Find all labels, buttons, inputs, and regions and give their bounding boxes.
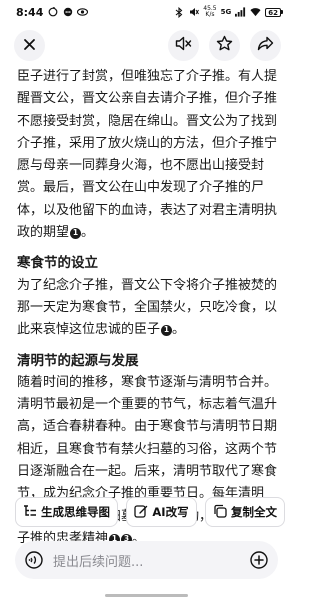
eye-icon — [77, 7, 89, 18]
hanshi-period: 。 — [172, 322, 186, 338]
battery-icon: 62 — [265, 7, 283, 17]
message-icon — [62, 7, 73, 18]
star-icon — [216, 35, 233, 56]
net-speed-unit: K/s — [205, 11, 215, 18]
bluetooth-icon — [173, 6, 184, 18]
edit-icon — [134, 504, 148, 521]
top-bar — [0, 30, 293, 62]
mindmap-button[interactable]: 生成思维导图 — [15, 497, 118, 527]
section-heading-qingming: 清明节的起源与发展 — [17, 352, 139, 369]
action-bar: 生成思维导图 AI改写 复制全文 — [15, 497, 285, 527]
ai-rewrite-button[interactable]: AI改写 — [126, 497, 197, 527]
sync-icon — [47, 7, 58, 18]
close-icon — [23, 36, 36, 55]
close-button[interactable] — [14, 30, 45, 61]
signal-icon — [235, 7, 246, 18]
net-speed: 45.5 K/s — [203, 6, 216, 18]
wifi-icon — [250, 7, 261, 18]
section-heading-hanshi: 寒食节的设立 — [17, 255, 98, 272]
ai-rewrite-label: AI改写 — [152, 505, 189, 519]
mute-status-icon — [188, 7, 199, 18]
follow-up-input-bar: 提出后续问题... — [15, 541, 278, 579]
share-icon — [257, 36, 274, 55]
citation-badge[interactable]: 1 — [161, 324, 173, 336]
copy-all-button[interactable]: 复制全文 — [205, 497, 285, 527]
citation-badge[interactable]: 1 — [70, 227, 82, 239]
article-paragraph-intro: 臣子进行了封赏，但唯独忘了介子推。有人提醒晋文公，晋文公亲自去请介子推，但介子推… — [17, 66, 279, 244]
home-indicator — [105, 594, 188, 597]
mindmap-icon — [23, 504, 37, 520]
copy-all-label: 复制全文 — [231, 505, 277, 519]
intro-text: 臣子进行了封赏，但唯独忘了介子推。有人提醒晋文公，晋文公亲自去请介子推，但介子推… — [17, 69, 278, 241]
battery-level: 62 — [265, 7, 281, 17]
mindmap-label: 生成思维导图 — [41, 505, 110, 519]
voice-icon[interactable] — [25, 551, 43, 569]
speaker-muted-icon — [175, 36, 192, 55]
status-time: 8:44 — [16, 5, 44, 19]
mute-button[interactable] — [168, 30, 199, 61]
hanshi-text: 为了纪念介子推，晋文公下令将介子推被焚的那一天定为寒食节，全国禁火，只吃冷食，以… — [17, 277, 278, 338]
article-content: 臣子进行了封赏，但唯独忘了介子推。有人提醒晋文公，晋文公亲自去请介子推，但介子推… — [17, 66, 279, 550]
copy-icon — [213, 504, 227, 521]
favorite-button[interactable] — [209, 30, 240, 61]
intro-period: 。 — [81, 225, 95, 241]
add-icon[interactable] — [250, 551, 268, 569]
article-paragraph-hanshi: 为了纪念介子推，晋文公下令将介子推被焚的那一天定为寒食节，全国禁火，只吃冷食，以… — [17, 275, 279, 342]
follow-up-input[interactable]: 提出后续问题... — [53, 551, 250, 570]
share-button[interactable] — [250, 30, 281, 61]
network-type: 5G — [220, 8, 232, 16]
status-bar: 8:44 45.5 K/s 5G 62 — [0, 0, 293, 24]
